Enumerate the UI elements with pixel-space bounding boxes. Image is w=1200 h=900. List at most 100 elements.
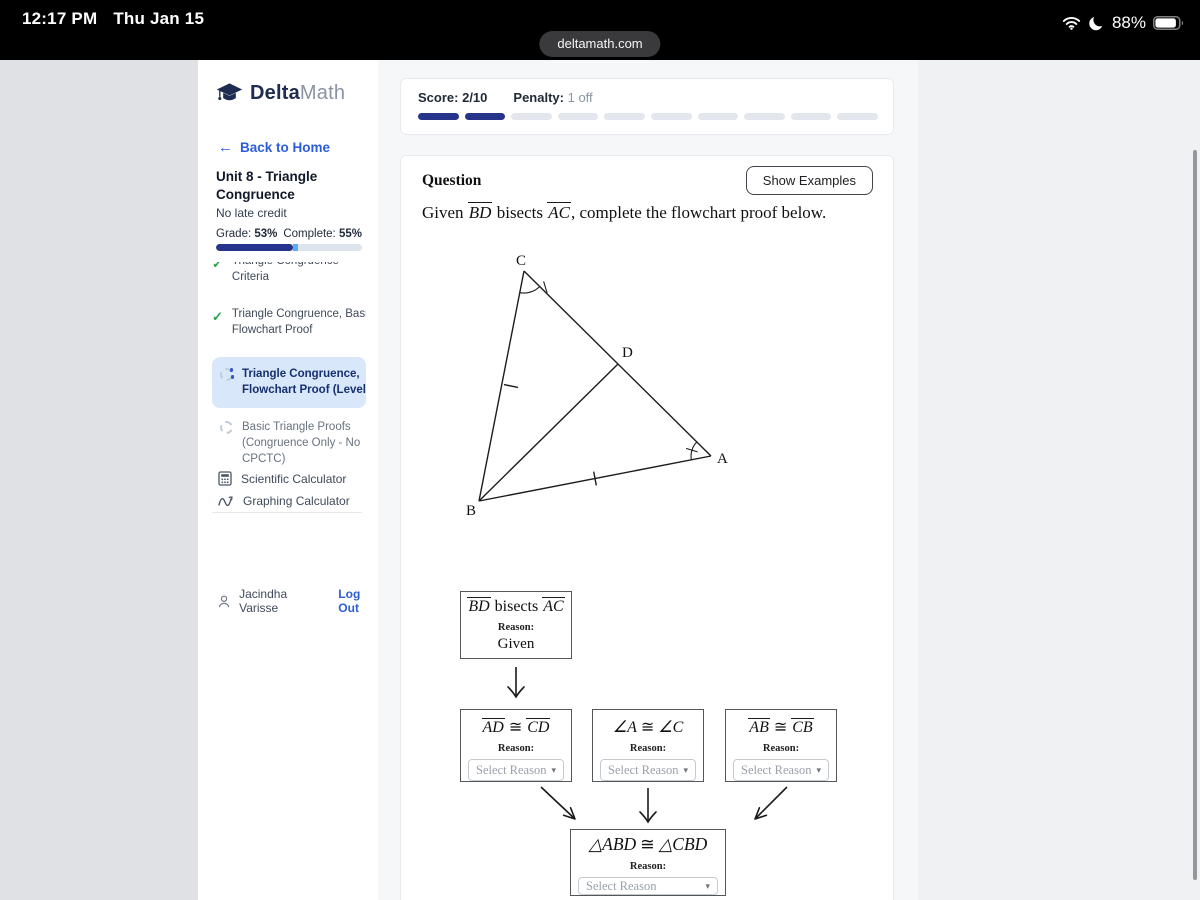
status-icons: 88%: [1062, 13, 1184, 33]
vertex-label-a: A: [717, 451, 728, 467]
progress-segments: [418, 113, 878, 120]
deltamath-logo[interactable]: DeltaMath: [216, 82, 345, 105]
battery-percent: 88%: [1111, 13, 1146, 32]
score-line: Score: 2/10 Penalty: 1 off: [418, 90, 593, 105]
item-label-line: Flowchart Proof (Level 1): [242, 384, 366, 397]
reason-label: Reason:: [629, 743, 667, 754]
complete-stat: Complete: 55%: [283, 228, 362, 240]
progress-segment: [837, 113, 878, 120]
logo-math: Math: [299, 82, 346, 104]
logo-delta: Delta: [250, 82, 300, 104]
reason-select[interactable]: Select Reason ▾: [733, 759, 829, 781]
statement-angle-a-c: ∠A ≅ ∠C: [612, 719, 684, 736]
grade-progress-fill: [216, 244, 294, 251]
progress-segment: [697, 113, 739, 120]
wifi-icon: [1062, 17, 1081, 30]
back-arrow-icon: ←: [218, 139, 233, 156]
graph-wave-icon: [218, 496, 233, 507]
vertex-label-c: C: [516, 253, 526, 269]
reason-label: Reason:: [497, 743, 535, 754]
arrow-down-left-icon: [754, 786, 788, 820]
question-heading: Question: [422, 172, 482, 189]
prompt-rest: , complete the flowchart proof below.: [570, 203, 827, 222]
prompt-bisects: bisects: [492, 203, 548, 222]
question-card: Question Show Examples Given BD bisects …: [400, 155, 894, 900]
scientific-calculator-link[interactable]: Scientific Calculator: [218, 471, 346, 486]
flowchart-box-ab-cb: AB ≅ CB Reason: Select Reason ▾: [725, 709, 837, 782]
caret-down-icon: ▾: [551, 764, 556, 775]
show-examples-button[interactable]: Show Examples: [745, 166, 873, 195]
sidebar-item-flowchart-level1-active[interactable]: Triangle Congruence, Flowchart Proof (Lev…: [212, 357, 366, 408]
unit-title-line1: Unit 8 - Triangle: [216, 169, 318, 184]
late-credit-note: No late credit: [216, 206, 287, 220]
statement-bd-bisects-ac: BD bisects AC: [467, 597, 565, 615]
sidebar-item-basic-flowchart[interactable]: ✓ Triangle Congruence, Basic Flowchart Pr…: [212, 306, 366, 338]
unit-title: Unit 8 - Triangle Congruence: [216, 168, 317, 204]
item-label-line: Triangle Congruence, Basic: [231, 308, 366, 321]
progress-segment: [790, 113, 832, 120]
reason-label: Reason:: [629, 861, 667, 872]
battery-icon: [1153, 16, 1184, 30]
check-icon: ✓: [212, 262, 223, 271]
item-label-line: Triangle Congruence: [232, 262, 339, 269]
vertex-label-d: D: [622, 345, 633, 361]
select-placeholder: Select Reason: [608, 762, 679, 777]
item-label-line: Flowchart Proof: [231, 324, 313, 337]
progress-segment: [744, 113, 785, 120]
back-to-home-label: Back to Home: [240, 140, 331, 155]
moon-focus-icon: [1089, 14, 1105, 30]
logout-link[interactable]: Log Out: [338, 587, 378, 615]
angle-arc-c: [519, 286, 540, 294]
penalty-value: 1 off: [567, 90, 593, 105]
grade-progress-bar: [216, 244, 362, 251]
progress-segment: [464, 113, 506, 120]
reason-label: Reason:: [762, 743, 800, 754]
flowchart-box-ad-cd: AD ≅ CD Reason: Select Reason ▾: [460, 709, 572, 782]
item-label-line: Basic Triangle Proofs: [242, 420, 351, 433]
graphing-calculator-link[interactable]: Graphing Calculator: [218, 494, 350, 508]
triangle-diagram: C D A B: [466, 253, 728, 519]
grade-stat: Grade: 53%: [216, 228, 278, 240]
reason-select[interactable]: Select Reason ▾: [578, 877, 718, 895]
tool-label: Scientific Calculator: [241, 471, 347, 486]
score-value: 2/10: [462, 90, 488, 105]
progress-segment: [418, 113, 459, 120]
sidebar-divider: [212, 512, 362, 513]
grade-complete-row: Grade: 53% Complete: 55%: [216, 228, 362, 240]
sidebar-item-congruence-criteria[interactable]: ✓ Triangle Congruence Criteria: [212, 262, 366, 285]
person-icon: [218, 595, 230, 607]
caret-down-icon: ▾: [683, 764, 688, 775]
penalty-label: Penalty:: [513, 90, 564, 105]
user-name: Jacindha Varisse: [239, 587, 288, 615]
sidebar-item-basic-triangle-proofs[interactable]: Basic Triangle Proofs (Congruence Only - …: [212, 419, 366, 467]
back-to-home-link[interactable]: ← Back to Home: [218, 139, 330, 156]
reason-select[interactable]: Select Reason ▾: [468, 759, 564, 781]
flowchart-given-box: BD bisects AC Reason: Given: [460, 591, 572, 659]
assignment-list: ✓ Triangle Congruence Criteria ✓ Triangle…: [212, 262, 366, 467]
flowchart-conclusion-box: △ABD ≅ △CBD Reason: Select Reason ▾: [570, 829, 726, 896]
reason-select[interactable]: Select Reason ▾: [600, 759, 696, 781]
status-time: 12:17 PM: [22, 9, 98, 28]
item-label-line: Criteria: [231, 271, 269, 284]
tick-mark-cb: [503, 383, 519, 389]
statement-ab-cb: AB ≅ CB: [748, 718, 814, 736]
browser-url-pill[interactable]: deltamath.com: [539, 31, 661, 57]
caret-down-icon: ▾: [705, 880, 710, 891]
check-icon: ✓: [212, 309, 223, 325]
page-right-gutter: [918, 60, 1200, 900]
segment-ac: AC: [547, 202, 571, 222]
progress-circle-icon: [220, 420, 233, 434]
progress-segment: [604, 113, 645, 120]
score-card: Score: 2/10 Penalty: 1 off: [400, 78, 894, 135]
item-label-line: Triangle Congruence,: [242, 368, 360, 381]
item-label-line: CPCTC): [242, 452, 286, 465]
flowchart-box-angle-a-c: ∠A ≅ ∠C Reason: Select Reason ▾: [592, 709, 704, 782]
ipad-screen: 12:17 PM Thu Jan 15 deltamath.com 88% De…: [0, 0, 1200, 900]
complete-progress-fill: [293, 244, 298, 251]
segment-bd: BD: [467, 202, 493, 222]
reason-value-given: Given: [497, 636, 535, 652]
scrollbar[interactable]: [1193, 150, 1197, 880]
arrow-down-icon: [639, 788, 657, 824]
item-label-line: (Congruence Only - No: [242, 436, 361, 449]
progress-segment: [511, 113, 552, 120]
